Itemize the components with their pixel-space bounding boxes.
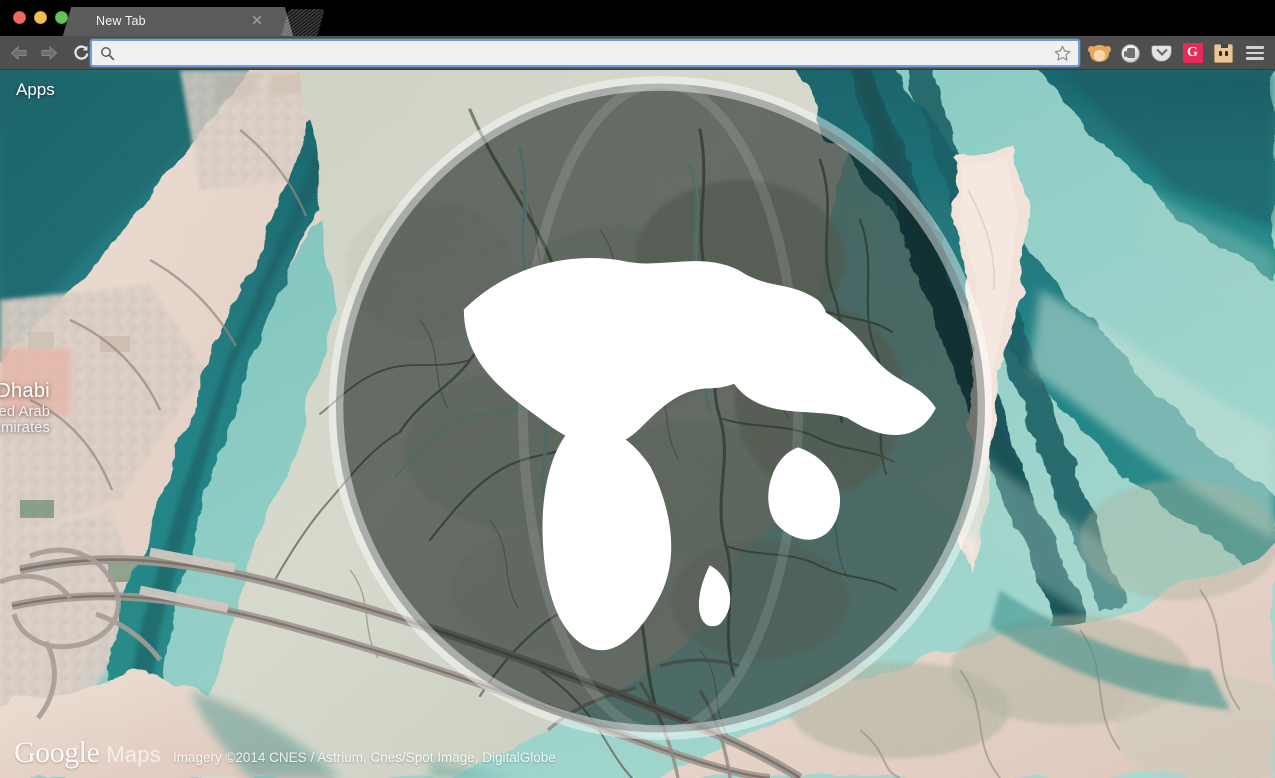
address-bar[interactable]: [90, 39, 1080, 67]
search-icon: [100, 46, 115, 61]
box-extension-icon[interactable]: [1209, 39, 1238, 67]
browser-toolbar: G: [0, 36, 1275, 70]
back-arrow-icon[interactable]: [5, 39, 33, 67]
new-tab-button[interactable]: [281, 9, 325, 36]
browser-tab[interactable]: New Tab: [76, 7, 280, 36]
address-input[interactable]: [115, 45, 1054, 61]
tab-strip: New Tab: [0, 0, 1275, 36]
chrome-menu-icon[interactable]: [1240, 39, 1269, 67]
close-window-button[interactable]: [13, 11, 26, 24]
bookmark-apps[interactable]: Apps: [16, 80, 55, 100]
browser-window: New Tab G Google Maps Imagery ©2014 CNES…: [0, 0, 1275, 778]
imagery-attribution: Imagery ©2014 CNES / Astrium, Cnes/Spot …: [172, 750, 556, 765]
map-viewport[interactable]: Google Maps Imagery ©2014 CNES / Astrium…: [0, 70, 1275, 778]
pocket-extension-icon[interactable]: [1147, 39, 1176, 67]
adblock-extension-icon[interactable]: [1116, 39, 1145, 67]
monkey-extension-icon[interactable]: [1085, 39, 1114, 67]
google-maps-logo[interactable]: Google Maps: [14, 736, 161, 770]
close-tab-icon[interactable]: [250, 13, 264, 27]
tab-title: New Tab: [96, 14, 146, 28]
star-icon[interactable]: [1054, 45, 1071, 62]
google-plus-extension-icon[interactable]: G: [1178, 39, 1207, 67]
window-traffic-lights: [13, 11, 68, 24]
extension-toolbar: G: [1085, 39, 1269, 67]
forward-arrow-icon[interactable]: [35, 39, 63, 67]
minimize-window-button[interactable]: [34, 11, 47, 24]
maps-wordmark: Maps: [106, 742, 161, 767]
satellite-imagery: [0, 70, 1275, 778]
google-wordmark: Google: [14, 736, 100, 769]
